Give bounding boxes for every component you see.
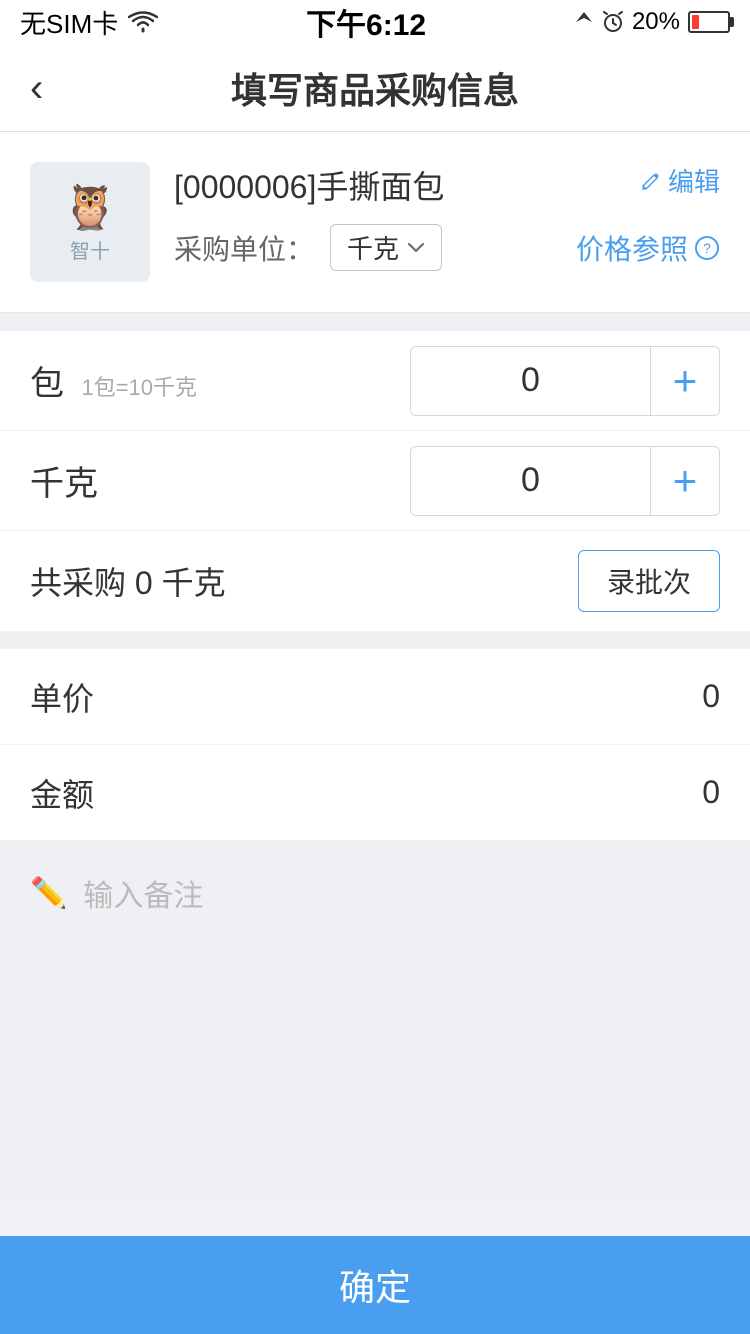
price-reference-button[interactable]: 价格参照 ? — [576, 228, 720, 268]
amount-value: 0 — [702, 774, 720, 811]
status-right: 20% — [574, 8, 730, 36]
info-icon: ? — [694, 235, 720, 261]
product-unit-row: 采购单位： 千克 价格参照 ? — [174, 224, 720, 271]
product-card: 🦉 智十 [0000006]手撕面包 编辑 采购单位： 千克 — [0, 132, 750, 313]
bag-sub-label: 1包=10千克 — [81, 375, 197, 400]
wifi-icon — [128, 11, 158, 33]
carrier-text: 无SIM卡 — [20, 4, 118, 41]
bag-label: 包 1包=10千克 — [30, 356, 197, 405]
amount-row: 金额 0 — [0, 745, 750, 841]
kg-input-area: 0 + — [130, 446, 720, 516]
section-divider-1 — [0, 313, 750, 331]
kg-plus-button[interactable]: + — [650, 446, 720, 516]
edit-button[interactable]: 编辑 — [640, 162, 720, 199]
page-title: 填写商品采购信息 — [231, 62, 519, 114]
kg-row: 千克 0 + — [0, 431, 750, 531]
product-info: [0000006]手撕面包 编辑 采购单位： 千克 价格参照 — [174, 162, 720, 271]
total-row: 共采购 0 千克 录批次 — [0, 531, 750, 631]
battery-icon — [688, 11, 730, 33]
alarm-icon — [602, 11, 624, 33]
battery-pct: 20% — [632, 8, 680, 36]
notes-placeholder: 输入备注 — [83, 871, 203, 915]
status-bar: 无SIM卡 下午6:12 20% — [0, 0, 750, 44]
location-icon — [574, 10, 594, 34]
batch-button[interactable]: 录批次 — [578, 550, 720, 612]
kg-quantity-display[interactable]: 0 — [410, 446, 650, 516]
product-header: [0000006]手撕面包 编辑 — [174, 162, 720, 208]
unit-label: 采购单位： — [174, 228, 314, 268]
brand-owl-icon: 🦉 — [63, 181, 118, 233]
svg-text:?: ? — [703, 240, 711, 256]
bag-label-text: 包 — [30, 365, 64, 403]
price-ref-label: 价格参照 — [576, 228, 688, 268]
confirm-button[interactable]: 确定 — [0, 1236, 750, 1334]
product-thumbnail: 🦉 智十 — [30, 162, 150, 282]
pencil-icon: ✏️ — [30, 876, 67, 911]
bag-input-area: 0 + — [197, 346, 720, 416]
status-time: 下午6:12 — [306, 0, 426, 44]
form-section: 包 1包=10千克 0 + 千克 0 + — [0, 331, 750, 531]
notes-section[interactable]: ✏️ 输入备注 — [0, 841, 750, 945]
bag-quantity-display[interactable]: 0 — [410, 346, 650, 416]
edit-label: 编辑 — [668, 162, 720, 199]
brand-label: 智十 — [70, 235, 110, 264]
unit-price-value: 0 — [702, 678, 720, 715]
chevron-down-icon — [407, 242, 425, 254]
bottom-fill-area — [0, 945, 750, 1205]
back-button[interactable]: ‹ — [30, 68, 43, 108]
bag-plus-button[interactable]: + — [650, 346, 720, 416]
unit-selector[interactable]: 千克 — [330, 224, 442, 271]
unit-price-row: 单价 0 — [0, 649, 750, 745]
unit-price-label: 单价 — [30, 674, 94, 720]
unit-value: 千克 — [347, 229, 399, 266]
edit-icon — [640, 170, 662, 192]
bag-row: 包 1包=10千克 0 + — [0, 331, 750, 431]
total-label: 共采购 0 千克 — [30, 558, 226, 604]
product-name: [0000006]手撕面包 — [174, 162, 444, 208]
nav-bar: ‹ 填写商品采购信息 — [0, 44, 750, 132]
status-carrier: 无SIM卡 — [20, 4, 158, 41]
section-divider-2 — [0, 631, 750, 649]
kg-label: 千克 — [30, 456, 130, 505]
price-section: 单价 0 金额 0 — [0, 649, 750, 841]
amount-label: 金额 — [30, 770, 94, 816]
